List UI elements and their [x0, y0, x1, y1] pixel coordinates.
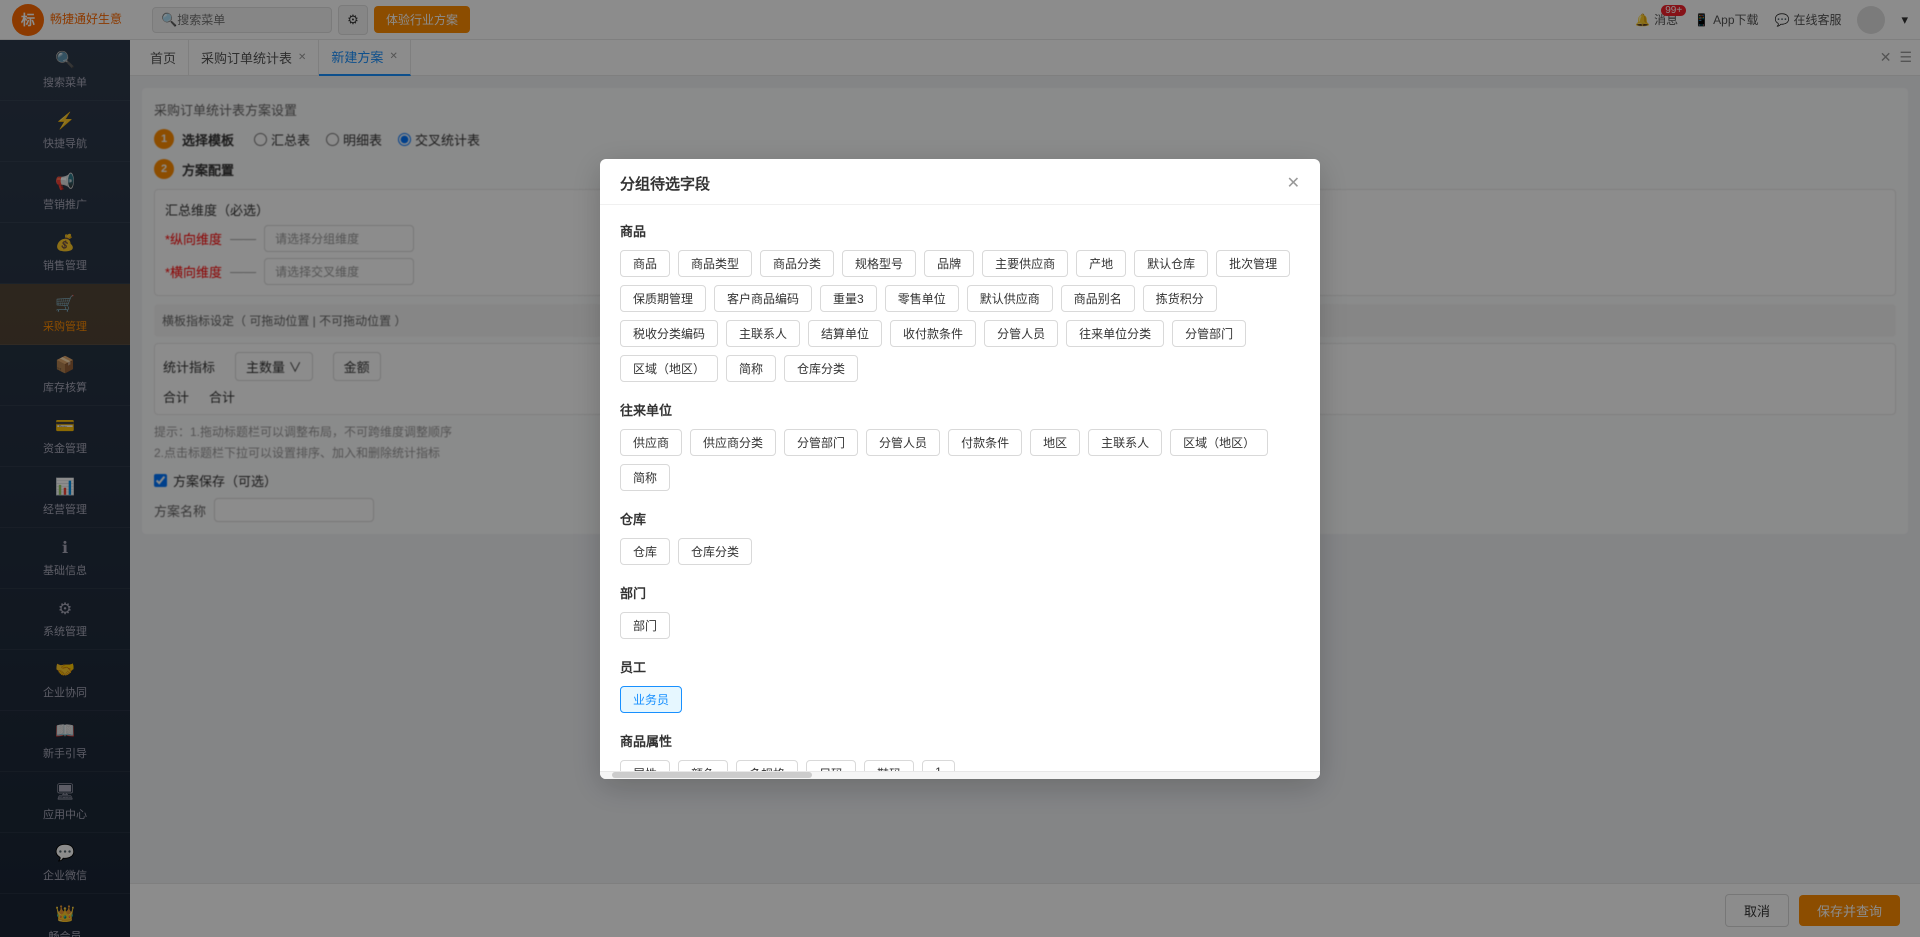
- section-warehouse-tags: 仓库 仓库分类: [620, 538, 1300, 565]
- field-tag[interactable]: 收付款条件: [890, 320, 976, 347]
- field-tag[interactable]: 供应商分类: [690, 429, 776, 456]
- field-tag[interactable]: 零售单位: [885, 285, 959, 312]
- field-tag[interactable]: 商品分类: [760, 250, 834, 277]
- section-goods-title: 商品: [620, 221, 1300, 240]
- section-partner: 往来单位 供应商 供应商分类 分管部门 分管人员 付款条件 地区 主联系人 区域…: [620, 400, 1300, 491]
- modal-horizontal-scrollbar[interactable]: [600, 771, 1320, 779]
- field-tag[interactable]: 分管人员: [984, 320, 1058, 347]
- section-department-tags: 部门: [620, 612, 1300, 639]
- modal-body: 商品 商品 商品类型 商品分类 规格型号 品牌 主要供应商 产地 默认仓库 批次…: [600, 205, 1320, 771]
- field-tag[interactable]: 商品类型: [678, 250, 752, 277]
- field-tag[interactable]: 产地: [1076, 250, 1126, 277]
- modal-close-button[interactable]: ✕: [1287, 173, 1300, 193]
- field-tag[interactable]: 1: [922, 760, 955, 771]
- field-tag[interactable]: 区域（地区）: [1170, 429, 1268, 456]
- section-employee-tags: 业务员: [620, 686, 1300, 713]
- field-tag[interactable]: 主要供应商: [982, 250, 1068, 277]
- field-tag[interactable]: 拣货积分: [1143, 285, 1217, 312]
- field-tag[interactable]: 供应商: [620, 429, 682, 456]
- section-employee-title: 员工: [620, 657, 1300, 676]
- field-tag[interactable]: 品牌: [924, 250, 974, 277]
- field-tag[interactable]: 税收分类编码: [620, 320, 718, 347]
- section-goods-attr: 商品属性 属性 颜色 多规格 尺码 鞋码 1: [620, 731, 1300, 771]
- modal-title: 分组待选字段: [620, 173, 710, 194]
- section-goods: 商品 商品 商品类型 商品分类 规格型号 品牌 主要供应商 产地 默认仓库 批次…: [620, 221, 1300, 382]
- field-tag[interactable]: 颜色: [678, 760, 728, 771]
- section-employee: 员工 业务员: [620, 657, 1300, 713]
- field-tag[interactable]: 分管人员: [866, 429, 940, 456]
- section-goods-attr-tags: 属性 颜色 多规格 尺码 鞋码 1: [620, 760, 1300, 771]
- field-tag[interactable]: 简称: [726, 355, 776, 382]
- field-tag[interactable]: 结算单位: [808, 320, 882, 347]
- field-tag[interactable]: 尺码: [806, 760, 856, 771]
- field-tag[interactable]: 主联系人: [1088, 429, 1162, 456]
- field-tag[interactable]: 部门: [620, 612, 670, 639]
- field-tag[interactable]: 多规格: [736, 760, 798, 771]
- field-tag[interactable]: 地区: [1030, 429, 1080, 456]
- section-goods-tags: 商品 商品类型 商品分类 规格型号 品牌 主要供应商 产地 默认仓库 批次管理 …: [620, 250, 1300, 382]
- modal-hscroll-thumb[interactable]: [612, 772, 812, 778]
- field-tag[interactable]: 分管部门: [1172, 320, 1246, 347]
- field-tag[interactable]: 分管部门: [784, 429, 858, 456]
- section-partner-title: 往来单位: [620, 400, 1300, 419]
- section-goods-attr-title: 商品属性: [620, 731, 1300, 750]
- field-tag[interactable]: 批次管理: [1216, 250, 1290, 277]
- field-tag[interactable]: 属性: [620, 760, 670, 771]
- field-tag[interactable]: 商品: [620, 250, 670, 277]
- section-warehouse-title: 仓库: [620, 509, 1300, 528]
- field-tag[interactable]: 保质期管理: [620, 285, 706, 312]
- field-tag[interactable]: 默认供应商: [967, 285, 1053, 312]
- field-tag[interactable]: 仓库分类: [678, 538, 752, 565]
- section-department-title: 部门: [620, 583, 1300, 602]
- field-tag[interactable]: 仓库: [620, 538, 670, 565]
- field-tag[interactable]: 规格型号: [842, 250, 916, 277]
- field-tag[interactable]: 商品别名: [1061, 285, 1135, 312]
- field-tag[interactable]: 区域（地区）: [620, 355, 718, 382]
- modal-header: 分组待选字段 ✕: [600, 159, 1320, 205]
- modal-dialog: 分组待选字段 ✕ 商品 商品 商品类型 商品分类 规格型号 品牌 主要供应商 产…: [600, 159, 1320, 779]
- field-tag[interactable]: 主联系人: [726, 320, 800, 347]
- field-tag[interactable]: 简称: [620, 464, 670, 491]
- section-warehouse: 仓库 仓库 仓库分类: [620, 509, 1300, 565]
- field-tag[interactable]: 仓库分类: [784, 355, 858, 382]
- field-tag[interactable]: 鞋码: [864, 760, 914, 771]
- modal-overlay: 分组待选字段 ✕ 商品 商品 商品类型 商品分类 规格型号 品牌 主要供应商 产…: [0, 0, 1920, 937]
- field-tag-employee[interactable]: 业务员: [620, 686, 682, 713]
- field-tag[interactable]: 重量3: [820, 285, 877, 312]
- section-partner-tags: 供应商 供应商分类 分管部门 分管人员 付款条件 地区 主联系人 区域（地区） …: [620, 429, 1300, 491]
- section-department: 部门 部门: [620, 583, 1300, 639]
- field-tag[interactable]: 默认仓库: [1134, 250, 1208, 277]
- field-tag[interactable]: 往来单位分类: [1066, 320, 1164, 347]
- field-tag[interactable]: 客户商品编码: [714, 285, 812, 312]
- field-tag[interactable]: 付款条件: [948, 429, 1022, 456]
